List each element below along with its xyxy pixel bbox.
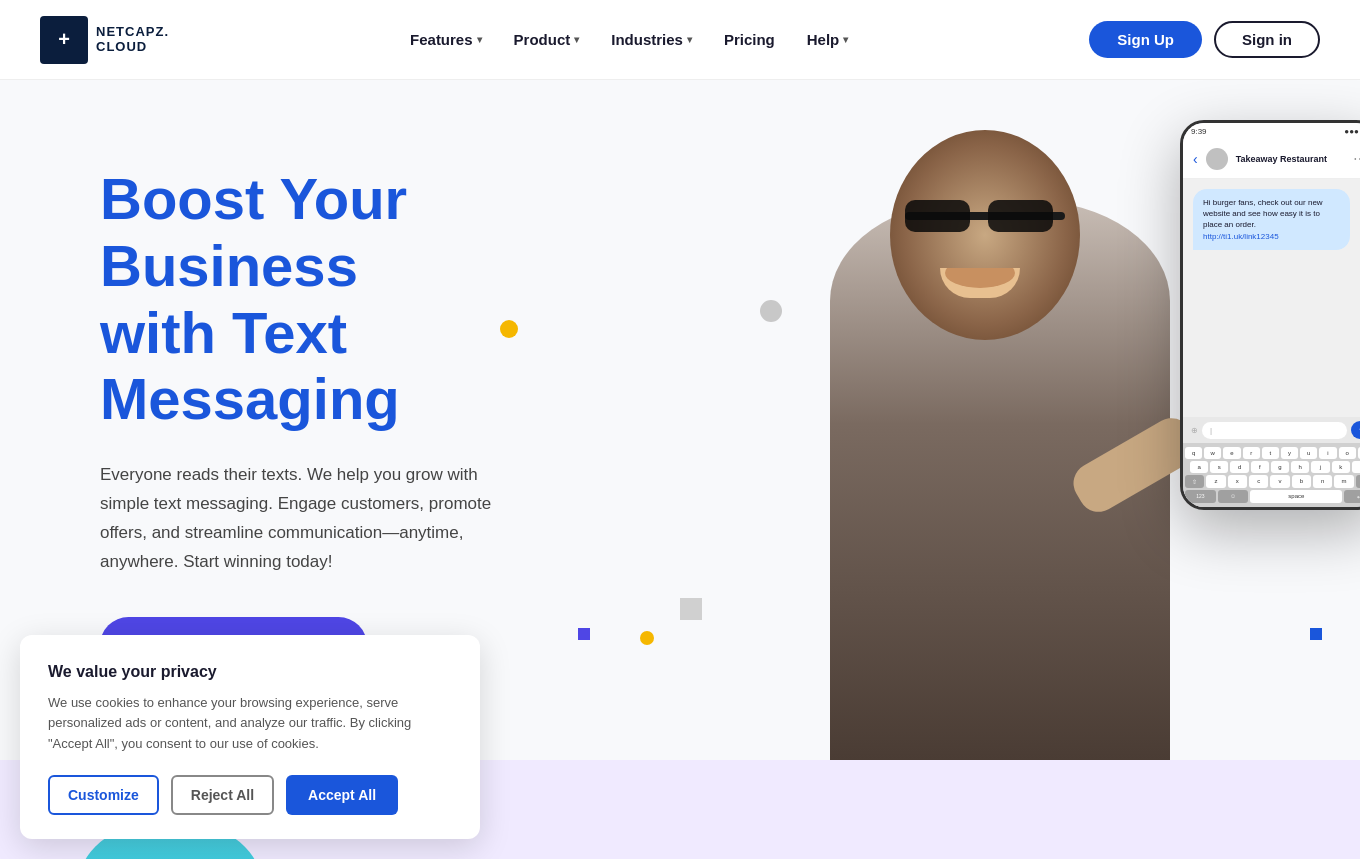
hero-description: Everyone reads their texts. We help you … [100, 461, 520, 577]
deco-yellow-dot-bottom [640, 631, 654, 645]
person-figure [800, 120, 1200, 760]
nav-item-help[interactable]: Help ▾ [795, 23, 861, 56]
chevron-down-icon: ▾ [687, 34, 692, 45]
chevron-down-icon: ▾ [477, 34, 482, 45]
phone-mockup: 9:39 ●●● ▲ ‹ Takeaway Restaurant ⋯ Hi bu… [1180, 120, 1360, 510]
nav-item-product[interactable]: Product ▾ [502, 23, 592, 56]
deco-gray-dot [760, 300, 782, 322]
cookie-buttons: Customize Reject All Accept All [48, 775, 452, 815]
cookie-description: We use cookies to enhance your browsing … [48, 693, 452, 755]
nav-item-industries[interactable]: Industries ▾ [599, 23, 704, 56]
nav-buttons: Sign Up Sign in [1089, 21, 1320, 58]
logo-text: NETCAPZ. CLOUD [96, 25, 169, 54]
menu-icon: ⋯ [1353, 151, 1360, 167]
hero-image: 9:39 ●●● ▲ ‹ Takeaway Restaurant ⋯ Hi bu… [800, 80, 1360, 760]
customize-button[interactable]: Customize [48, 775, 159, 815]
signin-button[interactable]: Sign in [1214, 21, 1320, 58]
phone-chat-header: ‹ Takeaway Restaurant ⋯ [1183, 140, 1360, 179]
phone-keyboard: qwertyuiop asdfghjkl ⇧zxcvbnm⌫ 123☺space… [1183, 443, 1360, 507]
cookie-banner: We value your privacy We use cookies to … [20, 635, 480, 839]
deco-gray-dot-bottom [680, 598, 702, 620]
logo[interactable]: + NETCAPZ. CLOUD [40, 16, 169, 64]
nav-links: Features ▾ Product ▾ Industries ▾ Pricin… [398, 23, 860, 56]
nav-item-features[interactable]: Features ▾ [398, 23, 494, 56]
chevron-down-icon: ▾ [574, 34, 579, 45]
phone-screen: 9:39 ●●● ▲ ‹ Takeaway Restaurant ⋯ Hi bu… [1183, 123, 1360, 507]
accept-all-button[interactable]: Accept All [286, 775, 398, 815]
contact-avatar [1206, 148, 1228, 170]
back-icon: ‹ [1193, 151, 1198, 167]
navbar: + NETCAPZ. CLOUD Features ▾ Product ▾ In… [0, 0, 1360, 80]
nav-item-pricing[interactable]: Pricing [712, 23, 787, 56]
cookie-title: We value your privacy [48, 663, 452, 681]
chevron-down-icon: ▾ [843, 34, 848, 45]
signup-button[interactable]: Sign Up [1089, 21, 1202, 58]
phone-body: Hi burger fans, check out our new websit… [1183, 179, 1360, 417]
sms-bubble: Hi burger fans, check out our new websit… [1193, 189, 1350, 250]
reject-all-button[interactable]: Reject All [171, 775, 274, 815]
hero-title: Boost Your Business with Text Messaging [100, 166, 520, 433]
logo-icon: + [40, 16, 88, 64]
